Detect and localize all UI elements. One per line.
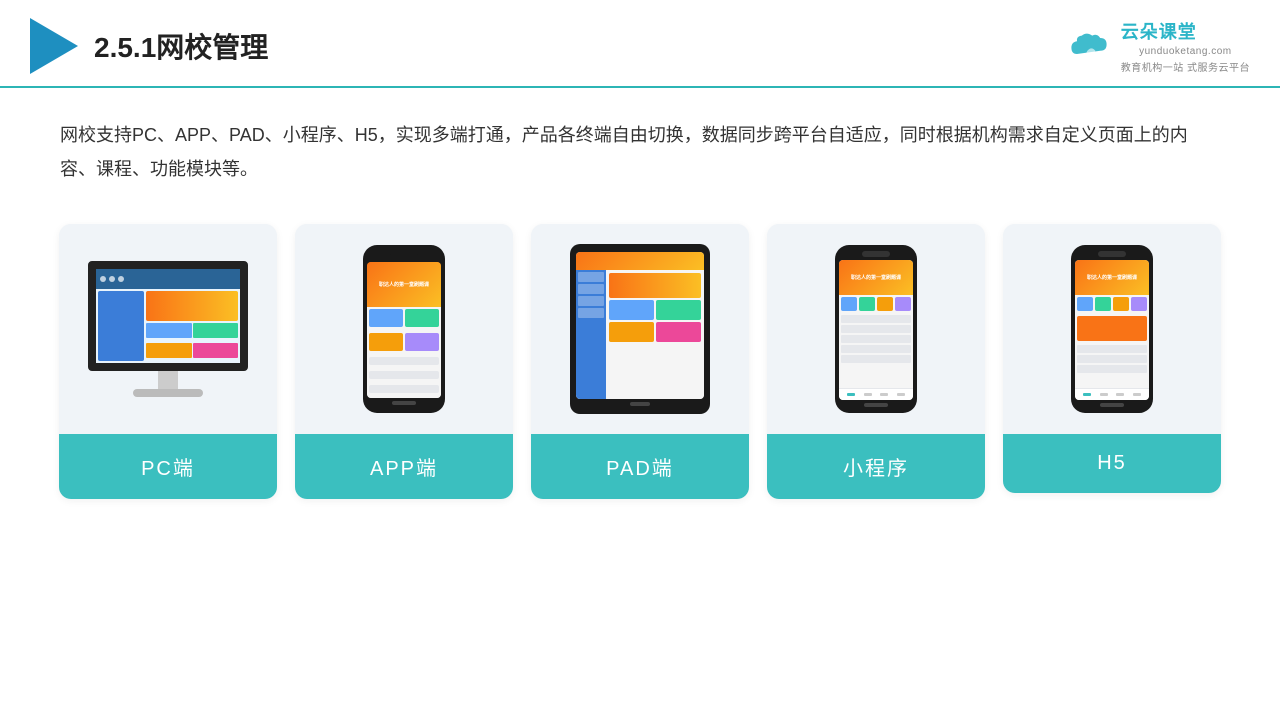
pc-image-area: [59, 224, 277, 434]
tablet-home-row: [630, 402, 650, 406]
miniapp-header: 职达人的第一堂刷题课: [839, 260, 913, 295]
h5-image-area: 职达人的第一堂刷题课: [1003, 224, 1221, 434]
brand-name-group: 云朵课堂 yunduoketang.com 教育机构一站 式服务云平台: [1121, 18, 1250, 74]
h5-phone-mockup: 职达人的第一堂刷题课: [1071, 245, 1153, 413]
h5-chin: [1100, 403, 1124, 407]
pad-image-area: [531, 224, 749, 434]
pad-card: PAD端: [531, 224, 749, 499]
tablet-home-btn: [630, 402, 650, 406]
brand-domain: yunduoketang.com: [1121, 46, 1250, 57]
pc-card: PC端: [59, 224, 277, 499]
header: 2.5.1网校管理 云朵课堂 yunduoketang.com 教育机构一站 式…: [0, 0, 1280, 88]
miniapp-card: 职达人的第一堂刷题课: [767, 224, 985, 499]
phone-home-btn: [392, 401, 416, 405]
brand-name: 云朵课堂: [1121, 18, 1250, 44]
pad-label: PAD端: [531, 434, 749, 499]
h5-promo-banner: [1077, 316, 1147, 341]
tablet-header: [576, 252, 704, 270]
tablet-screen: [576, 252, 704, 399]
miniapp-image-area: 职达人的第一堂刷题课: [767, 224, 985, 434]
page-title: 2.5.1网校管理: [94, 26, 268, 66]
miniapp-bottom-bar: [839, 388, 913, 400]
app-screen-body: [367, 307, 441, 398]
miniapp-notch: [862, 251, 890, 257]
description-text: 网校支持PC、APP、PAD、小程序、H5，实现多端打通，产品各终端自由切换，数…: [0, 88, 1280, 196]
app-card: 职达人的第一堂刷题课 APP端: [295, 224, 513, 499]
phone-notch: [390, 253, 418, 259]
h5-header: 职达人的第一堂刷题课: [1075, 260, 1149, 295]
tablet-sidebar: [576, 270, 606, 399]
monitor-screen: [88, 261, 248, 371]
pc-monitor-mockup: [88, 261, 248, 397]
h5-card: 职达人的第一堂刷题课: [1003, 224, 1221, 493]
header-left: 2.5.1网校管理: [30, 18, 268, 74]
cloud-icon: [1065, 30, 1113, 62]
h5-label: H5: [1003, 434, 1221, 493]
tablet-main: [606, 270, 704, 399]
miniapp-body: [839, 295, 913, 388]
app-phone-mockup: 职达人的第一堂刷题课: [363, 245, 445, 413]
app-phone-screen: 职达人的第一堂刷题课: [367, 262, 441, 398]
pc-label: PC端: [59, 434, 277, 499]
brand-logo: 云朵课堂 yunduoketang.com 教育机构一站 式服务云平台: [1065, 18, 1250, 74]
app-screen-header: 职达人的第一堂刷题课: [367, 262, 441, 307]
h5-notch: [1098, 251, 1126, 257]
tablet-body: [576, 270, 704, 399]
tablet-mockup: [570, 244, 710, 414]
h5-screen: 职达人的第一堂刷题课: [1075, 260, 1149, 400]
h5-icons-row: [1077, 297, 1147, 311]
miniapp-phone-mockup: 职达人的第一堂刷题课: [835, 245, 917, 413]
miniapp-header-text: 职达人的第一堂刷题课: [851, 275, 901, 281]
h5-bottom-bar: [1075, 388, 1149, 400]
logo-triangle-icon: [30, 18, 78, 74]
app-image-area: 职达人的第一堂刷题课: [295, 224, 513, 434]
platform-cards: PC端 职达人的第一堂刷题课: [0, 196, 1280, 529]
app-label: APP端: [295, 434, 513, 499]
miniapp-list: [841, 315, 911, 363]
h5-header-text: 职达人的第一堂刷题课: [1087, 275, 1137, 281]
header-right: 云朵课堂 yunduoketang.com 教育机构一站 式服务云平台: [1065, 18, 1250, 74]
miniapp-icons-row: [841, 297, 911, 311]
brand-tagline: 教育机构一站 式服务云平台: [1121, 59, 1250, 74]
miniapp-chin: [864, 403, 888, 407]
h5-body: [1075, 295, 1149, 388]
h5-list: [1077, 345, 1147, 373]
miniapp-label: 小程序: [767, 434, 985, 499]
miniapp-screen: 职达人的第一堂刷题课: [839, 260, 913, 400]
